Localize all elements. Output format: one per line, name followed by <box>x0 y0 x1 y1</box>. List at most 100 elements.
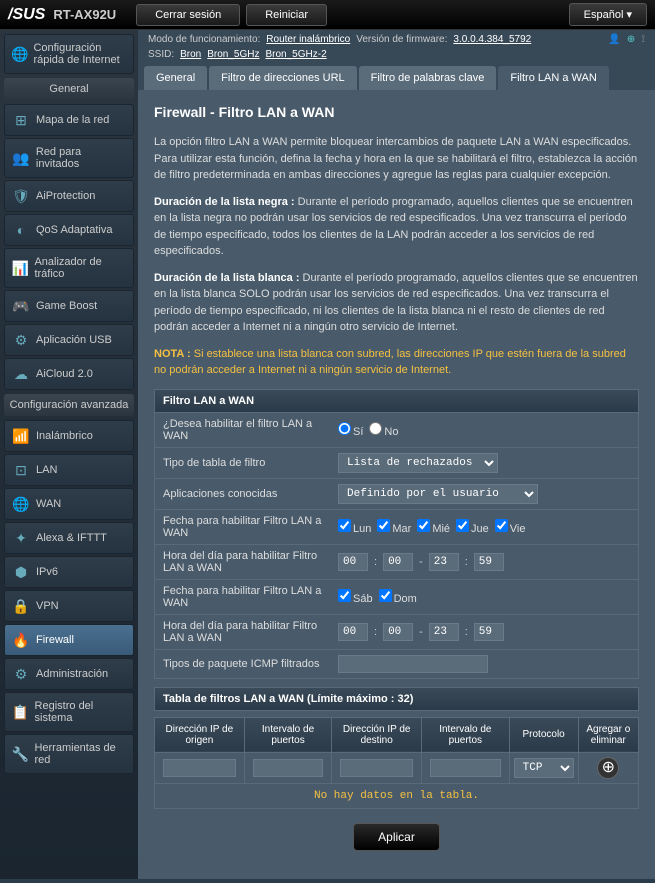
sidebar-item-label: LAN <box>36 464 57 476</box>
sidebar-item-wan[interactable]: 🌐WAN <box>4 488 134 520</box>
sidebar-item-label: Red para invitados <box>36 146 127 170</box>
globe-icon: 🌐 <box>11 46 28 62</box>
info-bar: Modo de funcionamiento: Router inalámbri… <box>138 30 655 49</box>
apps-select[interactable]: Definido por el usuario <box>338 484 538 504</box>
mode-link[interactable]: Router inalámbrico <box>266 34 350 45</box>
mode-label: Modo de funcionamiento: <box>148 34 260 45</box>
day-fri[interactable]: Vie <box>495 519 526 535</box>
dst-ip-input[interactable] <box>340 759 413 777</box>
reboot-button[interactable]: Reiniciar <box>246 4 327 26</box>
sidebar-item-label: Registro del sistema <box>35 700 127 724</box>
sidebar-item-admin[interactable]: ⚙ Administración <box>4 658 134 690</box>
table-type-select[interactable]: Lista de rechazados <box>338 453 498 473</box>
add-button[interactable]: ⊕ <box>597 757 619 779</box>
user-icon[interactable]: 👤 <box>608 34 620 45</box>
sidebar-item-label: Configuración rápida de Internet <box>33 42 127 66</box>
sidebar-item-label: AiProtection <box>36 190 95 202</box>
tab-keyword-filter[interactable]: Filtro de palabras clave <box>359 66 497 90</box>
usb-status-icon[interactable]: ⟟ <box>641 34 645 45</box>
map-icon: ⊞ <box>11 112 31 128</box>
sidebar-item-syslog[interactable]: 📋Registro del sistema <box>4 692 134 732</box>
ssid1-link[interactable]: Bron <box>180 49 201 60</box>
time2-m2[interactable] <box>474 623 504 641</box>
alexa-icon: ✦ <box>11 530 31 546</box>
day-thu[interactable]: Jue <box>456 519 489 535</box>
radio-yes[interactable]: Sí <box>338 422 363 438</box>
sidebar-item-label: Analizador de tráfico <box>34 256 127 280</box>
sidebar-item-ipv6[interactable]: ⬢IPv6 <box>4 556 134 588</box>
time2-h2[interactable] <box>429 623 459 641</box>
meter-icon: ◐ <box>11 222 31 238</box>
filter-table: Dirección IP de origen Intervalo de puer… <box>154 717 639 784</box>
model-name: RT-AX92U <box>53 7 116 22</box>
sidebar-item-label: Administración <box>36 668 108 680</box>
brand-logo: /SUS <box>8 6 45 24</box>
sidebar-item-firewall[interactable]: 🔥Firewall <box>4 624 134 656</box>
time2-h1[interactable] <box>338 623 368 641</box>
time2-m1[interactable] <box>383 623 413 641</box>
chart-icon: 📊 <box>11 260 29 276</box>
col-src-port: Intervalo de puertos <box>244 717 332 752</box>
tab-general[interactable]: General <box>144 66 207 90</box>
day-mon[interactable]: Lun <box>338 519 371 535</box>
date2-label: Fecha para habilitar Filtro LAN a WAN <box>163 585 338 609</box>
sidebar-quick-setup[interactable]: 🌐 Configuración rápida de Internet <box>4 34 134 74</box>
sidebar-item-traffic[interactable]: 📊 Analizador de tráfico <box>4 248 134 288</box>
day-wed[interactable]: Mié <box>417 519 450 535</box>
tab-url-filter[interactable]: Filtro de direcciones URL <box>209 66 357 90</box>
sidebar-item-label: AiCloud 2.0 <box>36 368 93 380</box>
time1-m2[interactable] <box>474 553 504 571</box>
time1-m1[interactable] <box>383 553 413 571</box>
apply-button[interactable]: Aplicar <box>353 823 440 851</box>
apps-label: Aplicaciones conocidas <box>163 488 338 500</box>
col-action: Agregar o eliminar <box>578 717 638 752</box>
logout-button[interactable]: Cerrar sesión <box>136 4 240 26</box>
page-title: Firewall - Filtro LAN a WAN <box>154 104 639 120</box>
sidebar-item-map[interactable]: ⊞Mapa de la red <box>4 104 134 136</box>
proto-select[interactable]: TCP <box>514 758 574 778</box>
status-icon[interactable]: ⊕ <box>627 34 635 45</box>
tab-bar: General Filtro de direcciones URL Filtro… <box>138 64 655 90</box>
icmp-input[interactable] <box>338 655 488 673</box>
admin-icon: ⚙ <box>11 666 31 682</box>
sidebar: 🌐Configuración rápida de Internet Genera… <box>0 30 138 879</box>
fw-link[interactable]: 3.0.0.4.384_5792 <box>453 34 531 45</box>
tab-lan-wan-filter[interactable]: Filtro LAN a WAN <box>498 66 608 90</box>
sidebar-item-tools[interactable]: 🔧Herramientas de red <box>4 734 134 774</box>
sidebar-section-advanced: Configuración avanzada <box>4 394 134 416</box>
day-sat[interactable]: Sáb <box>338 589 373 605</box>
sidebar-item-aicloud[interactable]: ☁ AiCloud 2.0 <box>4 358 134 390</box>
sidebar-item-guest[interactable]: 👥Red para invitados <box>4 138 134 178</box>
cloud-icon: ☁ <box>11 366 31 382</box>
shield-icon: 🛡 <box>11 188 31 204</box>
src-port-input[interactable] <box>253 759 324 777</box>
time1-h1[interactable] <box>338 553 368 571</box>
language-dropdown[interactable]: Español ▾ <box>569 3 647 26</box>
sidebar-item-usb[interactable]: ⚙Aplicación USB <box>4 324 134 356</box>
sidebar-item-wireless[interactable]: 📶Inalámbrico <box>4 420 134 452</box>
tools-icon: 🔧 <box>11 746 29 762</box>
day-sun[interactable]: Dom <box>379 589 417 605</box>
lan-icon: ⊡ <box>11 462 31 478</box>
sidebar-item-aiprotection[interactable]: 🛡 AiProtection <box>4 180 134 212</box>
sidebar-item-gameboost[interactable]: 🎮Game Boost <box>4 290 134 322</box>
time1-h2[interactable] <box>429 553 459 571</box>
no-data-message: No hay datos en la tabla. <box>154 784 639 809</box>
sidebar-item-lan[interactable]: ⊡ LAN <box>4 454 134 486</box>
day-tue[interactable]: Mar <box>377 519 411 535</box>
sidebar-item-label: VPN <box>36 600 59 612</box>
sidebar-item-label: QoS Adaptativa <box>36 224 112 236</box>
language-label: Español <box>584 9 624 21</box>
ssid2-link[interactable]: Bron_5GHz <box>207 49 259 60</box>
sidebar-item-qos[interactable]: ◐ QoS Adaptativa <box>4 214 134 246</box>
date1-label: Fecha para habilitar Filtro LAN a WAN <box>163 515 338 539</box>
radio-no[interactable]: No <box>369 422 398 438</box>
table-type-label: Tipo de tabla de filtro <box>163 457 338 469</box>
src-ip-input[interactable] <box>163 759 236 777</box>
gamepad-icon: 🎮 <box>11 298 31 314</box>
ssid3-link[interactable]: Bron_5GHz-2 <box>266 49 327 60</box>
dst-port-input[interactable] <box>430 759 501 777</box>
sidebar-item-vpn[interactable]: 🔒VPN <box>4 590 134 622</box>
wifi-icon: 📶 <box>11 428 31 444</box>
sidebar-item-alexa[interactable]: ✦Alexa & IFTTT <box>4 522 134 554</box>
